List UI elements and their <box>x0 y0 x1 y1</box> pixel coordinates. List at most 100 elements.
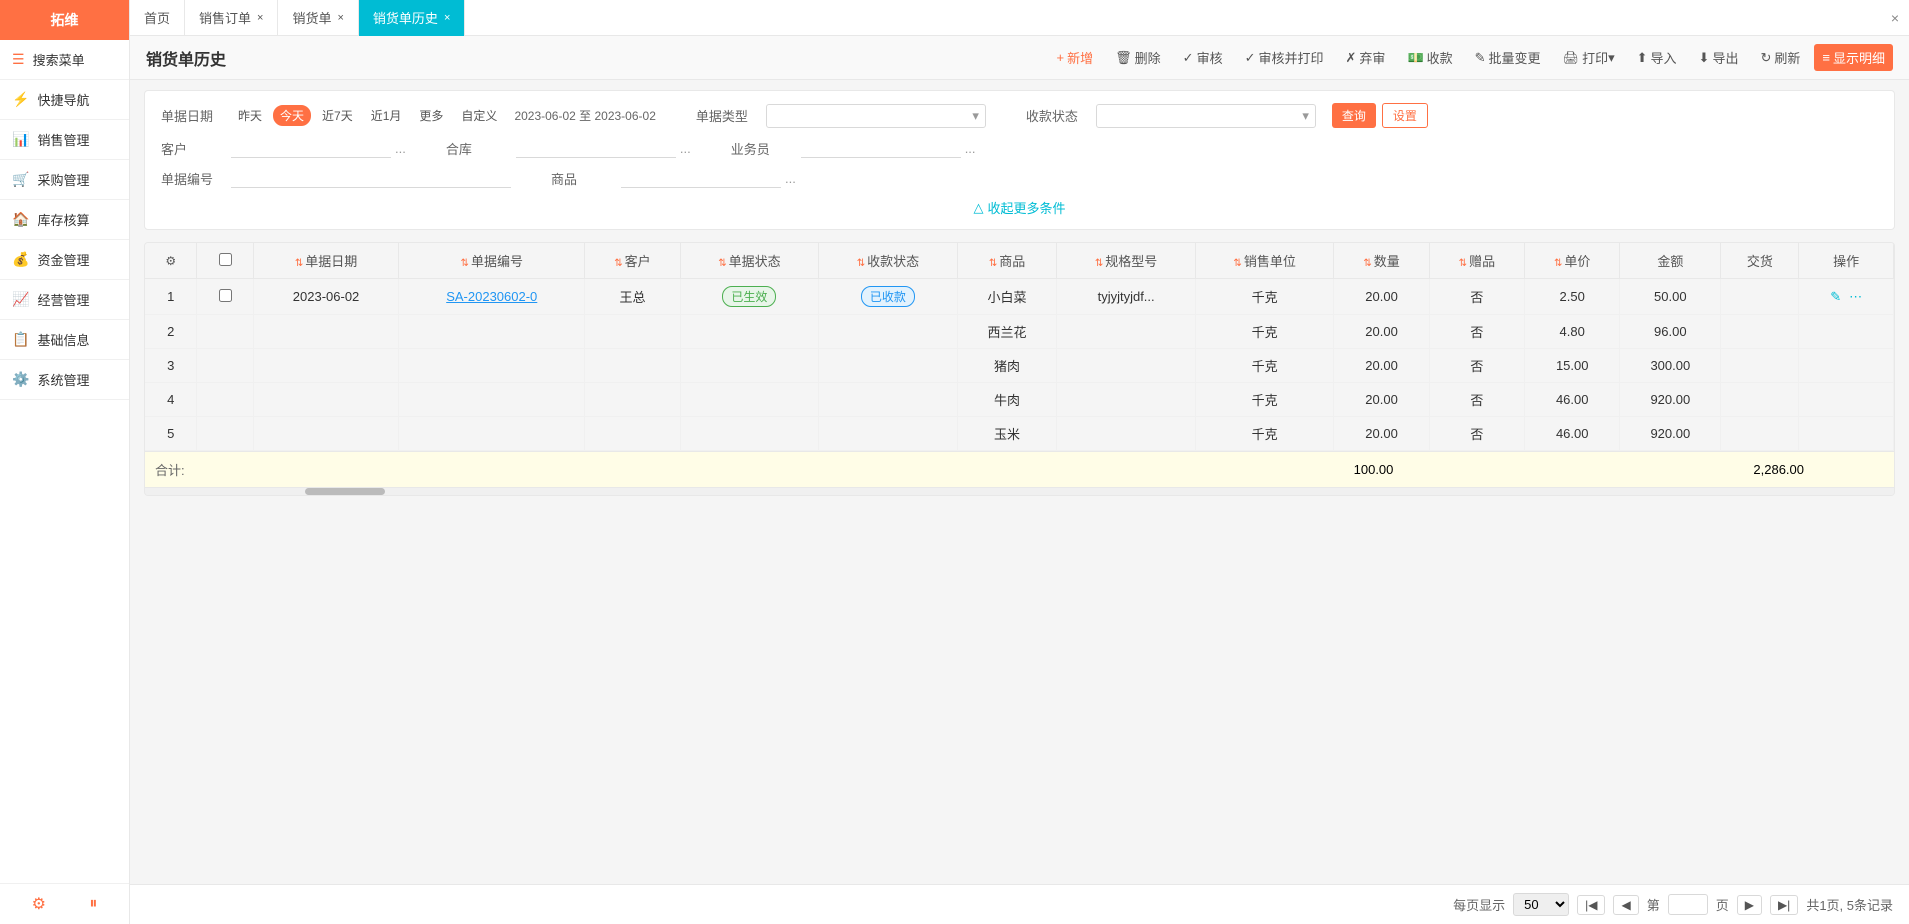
col-checkbox[interactable] <box>197 243 253 279</box>
print-button[interactable]: 🖨 打印 ▾ <box>1555 44 1623 71</box>
page-size-select[interactable]: 50 100 200 <box>1513 893 1569 916</box>
edit-op-button[interactable]: ✎ <box>1828 289 1843 305</box>
date-1month[interactable]: 近1月 <box>364 105 409 126</box>
cell-checkbox[interactable] <box>197 383 253 417</box>
cell-qty: 20.00 <box>1334 349 1429 383</box>
page-prev-button[interactable]: ◀ <box>1613 895 1638 915</box>
row-checkbox[interactable] <box>219 289 232 302</box>
cell-goods: 小白菜 <box>957 279 1057 315</box>
doc-no-link[interactable]: SA-20230602-0 <box>446 289 537 304</box>
goods-input[interactable] <box>621 168 781 188</box>
sidebar-item-label: 采购管理 <box>37 170 89 189</box>
col-price[interactable]: ⇅单价 <box>1525 243 1620 279</box>
page-number-input[interactable]: 1 <box>1668 894 1708 915</box>
col-gift[interactable]: ⇅赠品 <box>1429 243 1524 279</box>
col-trade[interactable]: 交货 <box>1721 243 1799 279</box>
page-next-button[interactable]: ▶ <box>1737 895 1762 915</box>
col-qty[interactable]: ⇅数量 <box>1334 243 1429 279</box>
collapse-button[interactable]: △ 收起更多条件 <box>161 198 1878 217</box>
new-button[interactable]: + 新增 <box>1049 44 1102 71</box>
cell-trade <box>1721 349 1799 383</box>
table-row: 2 西兰花 千克 20.00 否 4.80 <box>145 315 1894 349</box>
sidebar-item-purchase-mgmt[interactable]: 🛒 采购管理 <box>0 160 129 200</box>
cell-checkbox[interactable] <box>197 279 253 315</box>
tab-sales-history-close[interactable]: × <box>444 12 450 24</box>
new-icon: + <box>1057 50 1065 65</box>
col-collect-status[interactable]: ⇅收款状态 <box>819 243 958 279</box>
col-doc-date[interactable]: ⇅单据日期 <box>253 243 398 279</box>
cell-trade <box>1721 315 1799 349</box>
cell-price: 15.00 <box>1525 349 1620 383</box>
date-yesterday[interactable]: 昨天 <box>231 105 269 126</box>
customer-dots[interactable]: ... <box>395 141 406 156</box>
col-spec[interactable]: ⇅规格型号 <box>1057 243 1196 279</box>
sidebar-pause-icon[interactable]: ⏸ <box>89 895 97 913</box>
sidebar-settings-icon[interactable]: ⚙ <box>32 894 46 914</box>
col-goods[interactable]: ⇅商品 <box>957 243 1057 279</box>
cell-qty: 20.00 <box>1334 417 1429 451</box>
sidebar-item-basic-info[interactable]: 📋 基础信息 <box>0 320 129 360</box>
date-today[interactable]: 今天 <box>273 105 311 126</box>
delete-button[interactable]: 🗑 删除 <box>1107 44 1169 71</box>
col-doc-status[interactable]: ⇅单据状态 <box>680 243 819 279</box>
horizontal-scrollbar[interactable] <box>145 487 1894 495</box>
date-custom[interactable]: 自定义 <box>454 105 504 126</box>
cell-spec <box>1057 417 1196 451</box>
select-all-checkbox[interactable] <box>219 253 232 266</box>
sidebar-item-search-menu[interactable]: ☰ 搜索菜单 <box>0 40 129 80</box>
cell-checkbox[interactable] <box>197 349 253 383</box>
scrollbar-thumb[interactable] <box>305 488 385 495</box>
staff-dots[interactable]: ... <box>965 141 976 156</box>
col-settings[interactable]: ⚙ <box>145 243 197 279</box>
settings-filter-button[interactable]: 设置 <box>1382 103 1428 128</box>
staff-input[interactable] <box>801 138 961 158</box>
export-button[interactable]: ⬇ 导出 <box>1691 44 1747 71</box>
show-detail-button[interactable]: ≡ 显示明细 <box>1814 44 1893 71</box>
col-doc-no[interactable]: ⇅单据编号 <box>399 243 585 279</box>
doc-no-input[interactable] <box>231 168 511 188</box>
sidebar-item-finance[interactable]: 💰 资金管理 <box>0 240 129 280</box>
date-7days[interactable]: 近7天 <box>315 105 360 126</box>
col-amount[interactable]: 金额 <box>1620 243 1721 279</box>
cell-checkbox[interactable] <box>197 315 253 349</box>
cell-row-num: 3 <box>145 349 197 383</box>
audit-print-button[interactable]: ✓ 审核并打印 <box>1237 44 1332 71</box>
data-table: ⚙ ⇅单据日期 ⇅单据编号 ⇅客户 ⇅单据状态 ⇅收款状态 ⇅商品 ⇅规格型号 … <box>144 242 1895 496</box>
page-size-label: 每页显示 <box>1453 895 1505 914</box>
sidebar-item-inventory[interactable]: 🏠 库存核算 <box>0 200 129 240</box>
collect-status-select[interactable]: ▾ <box>1096 104 1316 128</box>
warehouse-dots[interactable]: ... <box>680 141 691 156</box>
refresh-button[interactable]: ↻ 刷新 <box>1752 44 1808 71</box>
page-last-button[interactable]: ▶| <box>1770 895 1798 915</box>
collect-button[interactable]: 💵 收款 <box>1399 44 1460 71</box>
more-op-button[interactable]: ⋯ <box>1847 289 1864 305</box>
col-unit[interactable]: ⇅销售单位 <box>1195 243 1334 279</box>
import-button[interactable]: ⬆ 导入 <box>1629 44 1685 71</box>
sidebar-item-operations[interactable]: 📈 经营管理 <box>0 280 129 320</box>
warehouse-input[interactable] <box>516 138 676 158</box>
sidebar-item-quick-nav[interactable]: ⚡ 快捷导航 <box>0 80 129 120</box>
tab-sales-delivery-close[interactable]: × <box>337 12 343 24</box>
tab-sales-order-close[interactable]: × <box>257 12 263 24</box>
sidebar-item-sales-mgmt[interactable]: 📊 销售管理 <box>0 120 129 160</box>
cell-collect-status <box>819 349 958 383</box>
col-customer[interactable]: ⇅客户 <box>585 243 680 279</box>
cell-doc-no[interactable]: SA-20230602-0 <box>399 279 585 315</box>
query-button[interactable]: 查询 <box>1332 103 1376 128</box>
tab-sales-history[interactable]: 销货单历史 × <box>359 0 465 36</box>
table-footer: 合计: 100.00 2,286.00 <box>145 451 1894 487</box>
customer-input[interactable] <box>231 138 391 158</box>
tab-home[interactable]: 首页 <box>130 0 185 36</box>
goods-dots[interactable]: ... <box>785 171 796 186</box>
tab-sales-order[interactable]: 销售订单 × <box>185 0 278 36</box>
tabs-close-all[interactable]: × <box>1891 10 1899 26</box>
abandon-button[interactable]: ✗ 弃审 <box>1338 44 1394 71</box>
sidebar-item-system-mgmt[interactable]: ⚙️ 系统管理 <box>0 360 129 400</box>
page-first-button[interactable]: |◀ <box>1577 895 1605 915</box>
batch-change-button[interactable]: ✎ 批量变更 <box>1467 44 1549 71</box>
tab-sales-delivery[interactable]: 销货单 × <box>278 0 358 36</box>
cell-checkbox[interactable] <box>197 417 253 451</box>
date-more[interactable]: 更多 <box>412 105 450 126</box>
doc-type-select[interactable]: ▾ <box>766 104 986 128</box>
audit-button[interactable]: ✓ 审核 <box>1175 44 1231 71</box>
